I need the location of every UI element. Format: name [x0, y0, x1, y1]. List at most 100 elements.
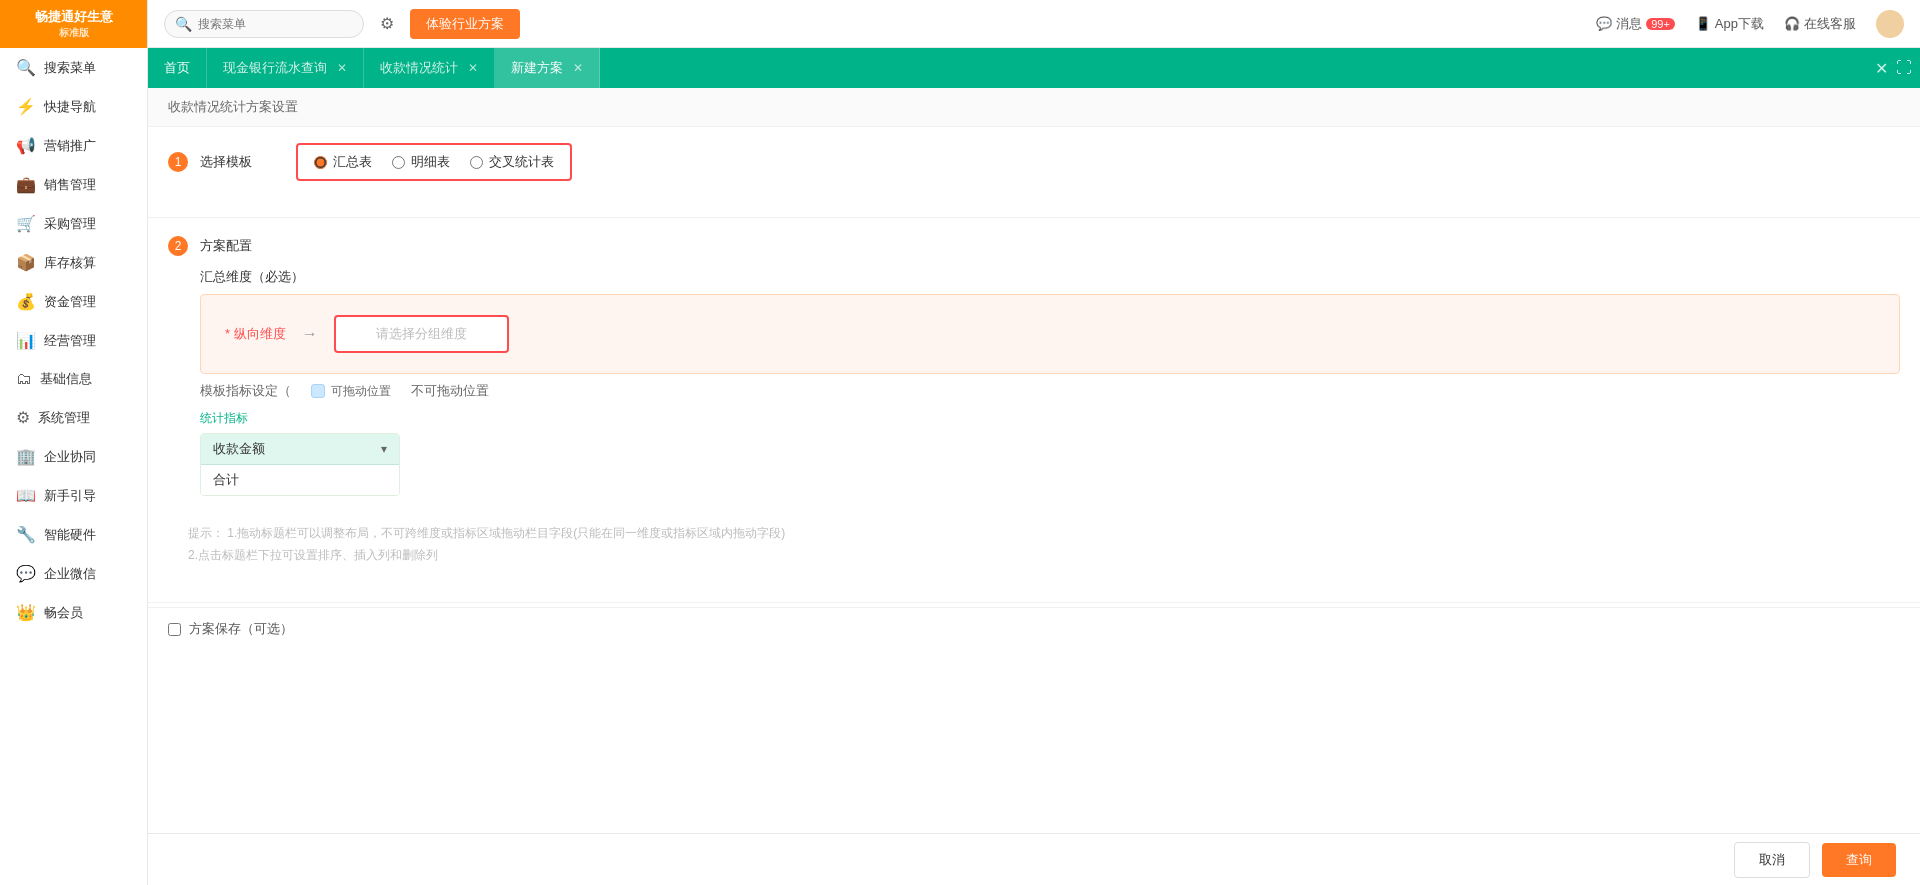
- message-label: 消息: [1616, 15, 1642, 33]
- sidebar: 畅捷通好生意 标准版 🔍 搜索菜单 ⚡ 快捷导航 📢 营销推广 💼 销售管理 🛒…: [0, 0, 148, 885]
- tab-bank-flow-close[interactable]: ✕: [337, 61, 347, 75]
- sidebar-item-search[interactable]: 🔍 搜索菜单: [0, 48, 147, 87]
- service-btn[interactable]: 🎧 在线客服: [1784, 15, 1856, 33]
- metrics-table: 收款金额 ▾ 合计: [200, 433, 400, 496]
- top-header: 🔍 ⚙ 体验行业方案 💬 消息 99+ 📱 App下载 🎧 在线客服: [148, 0, 1920, 48]
- sidebar-item-marketing[interactable]: 📢 营销推广: [0, 126, 147, 165]
- sidebar-item-wechat[interactable]: 💬 企业微信: [0, 554, 147, 593]
- tab-home-label: 首页: [164, 59, 190, 77]
- page-title: 收款情况统计方案设置: [168, 99, 298, 114]
- col1-row: 合计: [213, 472, 239, 487]
- save-label: 方案保存（可选）: [189, 620, 293, 638]
- sidebar-item-basic-info[interactable]: 🗂 基础信息: [0, 360, 147, 398]
- gear-icon: ⚙: [16, 408, 30, 427]
- tab-new-plan-close[interactable]: ✕: [573, 61, 583, 75]
- sidebar-item-enterprise[interactable]: 🏢 企业协同: [0, 437, 147, 476]
- industry-btn[interactable]: 体验行业方案: [410, 9, 520, 39]
- tips-section: 提示： 1.拖动标题栏可以调整布局，不可跨维度或指标区域拖动栏目字段(只能在同一…: [168, 515, 1900, 582]
- draggable-label: 可拖动位置: [331, 383, 391, 400]
- stats-label: 统计指标: [200, 410, 400, 427]
- folder-icon: 🗂: [16, 370, 32, 388]
- dimension-selector[interactable]: 请选择分组维度: [334, 315, 509, 353]
- crown-icon: 👑: [16, 603, 36, 622]
- query-button[interactable]: 查询: [1822, 843, 1896, 877]
- tab-new-plan[interactable]: 新建方案 ✕: [495, 48, 600, 88]
- sidebar-item-member[interactable]: 👑 畅会员: [0, 593, 147, 632]
- download-btn[interactable]: 📱 App下载: [1695, 15, 1764, 33]
- chevron-down-icon[interactable]: ▾: [381, 442, 387, 456]
- main-area: 🔍 ⚙ 体验行业方案 💬 消息 99+ 📱 App下载 🎧 在线客服 首页: [148, 0, 1920, 885]
- metrics-col-stats: 统计指标 收款金额 ▾ 合计: [200, 410, 400, 499]
- metrics-table-header[interactable]: 收款金额 ▾: [201, 434, 399, 465]
- sidebar-item-sales[interactable]: 💼 销售管理: [0, 165, 147, 204]
- avatar[interactable]: [1876, 10, 1904, 38]
- search-icon: 🔍: [16, 58, 36, 77]
- radio-cross-label: 交叉统计表: [489, 153, 554, 171]
- sidebar-item-finance[interactable]: 💰 资金管理: [0, 282, 147, 321]
- tab-bar: 首页 现金银行流水查询 ✕ 收款情况统计 ✕ 新建方案 ✕ ✕ ⛶: [148, 48, 1920, 88]
- search-icon: 🔍: [175, 16, 192, 32]
- step1-row: 1 选择模板 汇总表 明细表 交叉统计表: [168, 143, 1900, 181]
- metrics-label-close: 不可拖动位置: [411, 382, 489, 400]
- tab-bank-flow-label: 现金银行流水查询: [223, 59, 327, 77]
- dimension-row: * 纵向维度 → 请选择分组维度: [225, 315, 1875, 353]
- col1-header: 收款金额: [213, 440, 265, 458]
- draggable-dot: [311, 384, 325, 398]
- metrics-table-row: 合计: [201, 465, 399, 495]
- radio-detail-label: 明细表: [411, 153, 450, 171]
- sidebar-item-inventory[interactable]: 📦 库存核算: [0, 243, 147, 282]
- page-title-bar: 收款情况统计方案设置: [148, 88, 1920, 127]
- flash-icon: ⚡: [16, 97, 36, 116]
- sidebar-item-guide[interactable]: 📖 新手引导: [0, 476, 147, 515]
- download-icon: 📱: [1695, 16, 1711, 31]
- radio-cross[interactable]: 交叉统计表: [470, 153, 554, 171]
- sidebar-item-purchase[interactable]: 🛒 采购管理: [0, 204, 147, 243]
- tab-close-icon[interactable]: ✕: [1875, 59, 1888, 78]
- dimension-row-label: * 纵向维度: [225, 325, 286, 343]
- save-row: 方案保存（可选）: [148, 607, 1920, 650]
- wechat-icon: 💬: [16, 564, 36, 583]
- tip-1: 提示： 1.拖动标题栏可以调整布局，不可跨维度或指标区域拖动栏目字段(只能在同一…: [188, 523, 1880, 545]
- tab-bar-actions: ✕ ⛶: [1875, 59, 1920, 78]
- headset-icon: 🎧: [1784, 16, 1800, 31]
- dimension-area: * 纵向维度 → 请选择分组维度: [200, 294, 1900, 374]
- sidebar-item-hardware[interactable]: 🔧 智能硬件: [0, 515, 147, 554]
- book-icon: 📖: [16, 486, 36, 505]
- content-area: 收款情况统计方案设置 1 选择模板 汇总表 明细表: [148, 88, 1920, 833]
- radio-detail[interactable]: 明细表: [392, 153, 450, 171]
- save-checkbox[interactable]: [168, 623, 181, 636]
- metrics-label: 模板指标设定（: [200, 382, 291, 400]
- cart-icon: 🛒: [16, 214, 36, 233]
- tab-payment-stats-close[interactable]: ✕: [468, 61, 478, 75]
- hardware-icon: 🔧: [16, 525, 36, 544]
- megaphone-icon: 📢: [16, 136, 36, 155]
- tab-bank-flow[interactable]: 现金银行流水查询 ✕: [207, 48, 364, 88]
- legend-draggable: 可拖动位置: [311, 382, 391, 400]
- search-box[interactable]: 🔍: [164, 10, 364, 38]
- message-badge: 99+: [1646, 18, 1675, 30]
- tab-new-plan-label: 新建方案: [511, 59, 563, 77]
- step2-label: 方案配置: [200, 237, 252, 255]
- radio-summary[interactable]: 汇总表: [314, 153, 372, 171]
- tab-home[interactable]: 首页: [148, 48, 207, 88]
- step2-section: 2 方案配置 汇总维度（必选） * 纵向维度 → 请选择分组维度: [148, 222, 1920, 598]
- building-icon: 🏢: [16, 447, 36, 466]
- sidebar-logo: 畅捷通好生意 标准版: [0, 0, 147, 48]
- footer-bar: 取消 查询: [148, 833, 1920, 885]
- settings-icon[interactable]: ⚙: [380, 14, 394, 33]
- cancel-button[interactable]: 取消: [1734, 842, 1810, 878]
- sidebar-item-operations[interactable]: 📊 经营管理: [0, 321, 147, 360]
- dimension-config: 汇总维度（必选） * 纵向维度 → 请选择分组维度: [168, 268, 1900, 374]
- message-btn[interactable]: 💬 消息 99+: [1596, 15, 1675, 33]
- metrics-legend: 模板指标设定（ 可拖动位置 不可拖动位置: [200, 382, 1900, 400]
- step2-badge: 2: [168, 236, 188, 256]
- tab-payment-stats[interactable]: 收款情况统计 ✕: [364, 48, 495, 88]
- sidebar-item-quicknav[interactable]: ⚡ 快捷导航: [0, 87, 147, 126]
- metrics-grid: 统计指标 收款金额 ▾ 合计: [200, 410, 1900, 499]
- sidebar-item-system[interactable]: ⚙ 系统管理: [0, 398, 147, 437]
- search-input[interactable]: [198, 17, 353, 31]
- tab-payment-stats-label: 收款情况统计: [380, 59, 458, 77]
- download-label: App下载: [1715, 15, 1764, 33]
- tab-expand-icon[interactable]: ⛶: [1896, 59, 1912, 77]
- step2-row: 2 方案配置: [168, 222, 1900, 256]
